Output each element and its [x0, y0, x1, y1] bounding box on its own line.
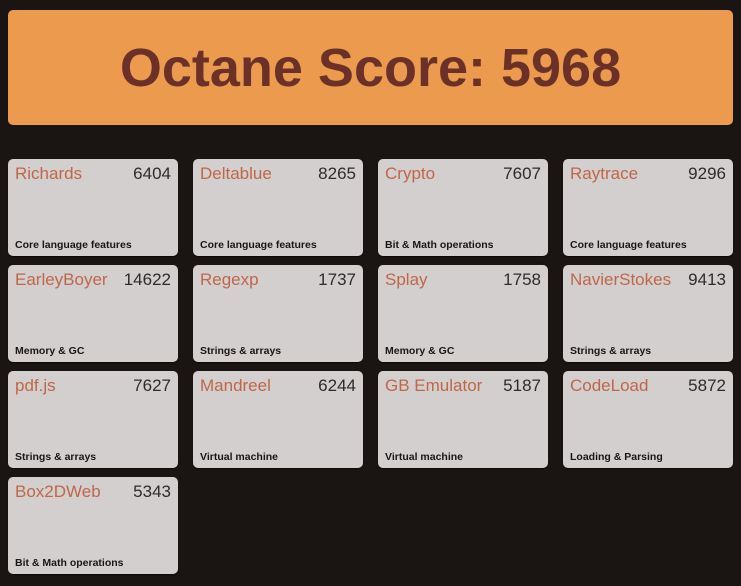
- benchmark-card: Regexp 1737 Strings & arrays: [193, 265, 363, 362]
- benchmark-row: Richards 6404 Core language features Deltab…: [8, 159, 733, 256]
- benchmark-results-grid: Richards 6404 Core language features Deltab…: [8, 159, 733, 583]
- benchmark-description: Loading & Parsing: [570, 451, 663, 463]
- benchmark-description: Virtual machine: [385, 451, 464, 463]
- octane-score-banner: Octane Score: 5968: [8, 10, 733, 125]
- benchmark-card-header: Regexp 1737: [200, 271, 356, 289]
- benchmark-card-header: Splay 1758: [385, 271, 541, 289]
- benchmark-card: Mandreel 6244 Virtual machine: [193, 371, 363, 468]
- octane-score-label: Octane Score: 5968: [119, 37, 622, 98]
- benchmark-card-header: pdf.js 7627: [15, 377, 171, 395]
- benchmark-card-header: GB Emulator 5187: [385, 377, 541, 395]
- benchmark-score: 5187: [503, 376, 541, 395]
- benchmark-description: Core language features: [570, 239, 687, 251]
- benchmark-score: 1758: [503, 270, 541, 289]
- benchmark-description: Strings & arrays: [15, 451, 97, 463]
- benchmark-score: 9413: [688, 270, 726, 289]
- benchmark-name: Richards: [15, 164, 83, 183]
- benchmark-card: Deltablue 8265 Core language features: [193, 159, 363, 256]
- benchmark-row: pdf.js 7627 Strings & arrays Mandreel 6244 Vi…: [8, 371, 733, 468]
- benchmark-card: NavierStokes 9413 Strings & arrays: [563, 265, 733, 362]
- benchmark-name: Splay: [385, 270, 428, 289]
- benchmark-card-header: EarleyBoyer 14622: [15, 271, 171, 289]
- benchmark-name: Raytrace: [570, 164, 639, 183]
- benchmark-card-header: Crypto 7607: [385, 165, 541, 183]
- benchmark-score: 7607: [503, 164, 541, 183]
- benchmark-score: 5343: [133, 482, 171, 501]
- benchmark-card: Crypto 7607 Bit & Math operations: [378, 159, 548, 256]
- benchmark-card-header: NavierStokes 9413: [570, 271, 726, 289]
- benchmark-card: Raytrace 9296 Core language features: [563, 159, 733, 256]
- benchmark-name: Regexp: [200, 270, 259, 289]
- benchmark-score: 14622: [123, 270, 171, 289]
- benchmark-card-header: CodeLoad 5872: [570, 377, 726, 395]
- benchmark-score: 6404: [133, 164, 171, 183]
- benchmark-name: CodeLoad: [570, 376, 649, 395]
- benchmark-name: pdf.js: [15, 376, 56, 395]
- benchmark-description: Bit & Math operations: [385, 239, 494, 251]
- benchmark-score: 9296: [688, 164, 726, 183]
- benchmark-card-header: Raytrace 9296: [570, 165, 726, 183]
- benchmark-description: Strings & arrays: [200, 345, 282, 357]
- benchmark-card: GB Emulator 5187 Virtual machine: [378, 371, 548, 468]
- benchmark-name: Box2DWeb: [15, 482, 101, 501]
- benchmark-name: GB Emulator: [385, 376, 483, 395]
- benchmark-description: Core language features: [200, 239, 317, 251]
- benchmark-row: EarleyBoyer 14622 Memory & GC Regexp 1737 Str…: [8, 265, 733, 362]
- benchmark-score: 1737: [318, 270, 356, 289]
- benchmark-card-header: Box2DWeb 5343: [15, 483, 171, 501]
- benchmark-description: Strings & arrays: [570, 345, 652, 357]
- benchmark-card: EarleyBoyer 14622 Memory & GC: [8, 265, 178, 362]
- benchmark-description: Virtual machine: [200, 451, 279, 463]
- benchmark-name: EarleyBoyer: [15, 270, 108, 289]
- benchmark-card: Box2DWeb 5343 Bit & Math operations: [8, 477, 178, 574]
- benchmark-card-header: Mandreel 6244: [200, 377, 356, 395]
- benchmark-card: pdf.js 7627 Strings & arrays: [8, 371, 178, 468]
- benchmark-score: 5872: [688, 376, 726, 395]
- benchmark-description: Memory & GC: [385, 345, 455, 357]
- benchmark-score: 7627: [133, 376, 171, 395]
- benchmark-name: Mandreel: [200, 376, 271, 395]
- benchmark-card: Richards 6404 Core language features: [8, 159, 178, 256]
- benchmark-name: NavierStokes: [570, 270, 672, 289]
- benchmark-description: Bit & Math operations: [15, 557, 124, 569]
- benchmark-card-header: Richards 6404: [15, 165, 171, 183]
- benchmark-score: 8265: [318, 164, 356, 183]
- benchmark-score: 6244: [318, 376, 356, 395]
- benchmark-name: Crypto: [385, 164, 436, 183]
- benchmark-row: Box2DWeb 5343 Bit & Math operations: [8, 477, 733, 574]
- benchmark-description: Core language features: [15, 239, 132, 251]
- benchmark-description: Memory & GC: [15, 345, 85, 357]
- benchmark-card: Splay 1758 Memory & GC: [378, 265, 548, 362]
- benchmark-name: Deltablue: [200, 164, 272, 183]
- benchmark-card-header: Deltablue 8265: [200, 165, 356, 183]
- benchmark-card: CodeLoad 5872 Loading & Parsing: [563, 371, 733, 468]
